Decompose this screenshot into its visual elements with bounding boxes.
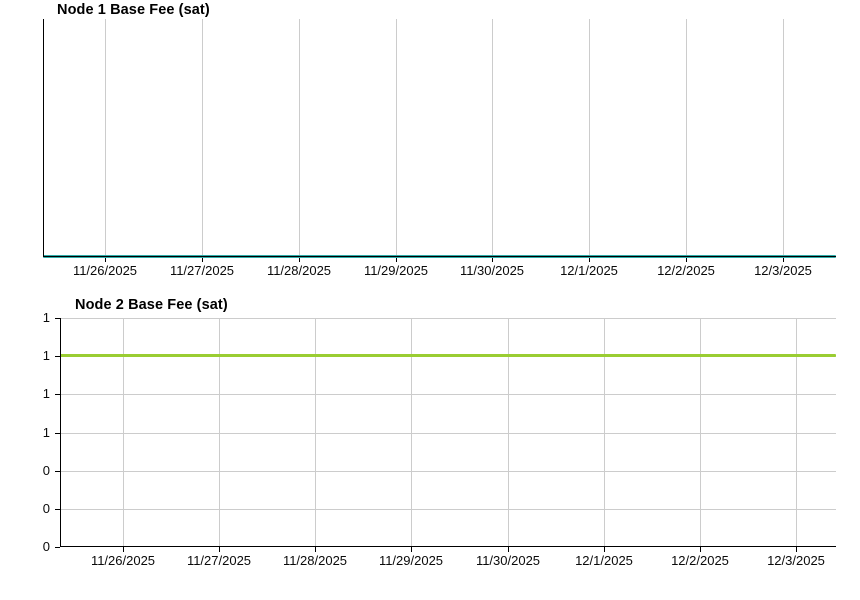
y-tick-label: 0	[14, 539, 50, 555]
y-gridline	[60, 509, 836, 510]
y-tick-label: 0	[14, 501, 50, 517]
node2-base-fee-series-line	[60, 354, 836, 357]
y-gridline	[60, 318, 836, 319]
x-tick-label: 12/3/2025	[723, 263, 843, 278]
x-tick-mark	[604, 547, 605, 552]
y-tick-label: 1	[14, 348, 50, 364]
x-axis-line	[43, 256, 836, 257]
x-tick-mark	[508, 547, 509, 552]
chart-title-node1: Node 1 Base Fee (sat)	[57, 2, 210, 18]
x-gridline	[105, 19, 106, 257]
y-tick-label: 1	[14, 425, 50, 441]
y-gridline	[60, 394, 836, 395]
y-tick-label: 1	[14, 386, 50, 402]
y-axis-line	[43, 19, 44, 257]
x-gridline	[686, 19, 687, 257]
plot-area-node1: 11/26/202511/27/202511/28/202511/29/2025…	[43, 19, 836, 257]
x-tick-mark	[796, 547, 797, 552]
dual-chart-page: Node 1 Base Fee (sat) 11/26/202511/27/20…	[0, 0, 860, 600]
x-tick-label: 12/3/2025	[736, 553, 856, 568]
y-tick-label: 0	[14, 463, 50, 479]
x-tick-mark	[411, 547, 412, 552]
x-tick-mark	[700, 547, 701, 552]
y-axis-line	[60, 318, 61, 547]
plot-area-node2: 11/26/202511/27/202511/28/202511/29/2025…	[60, 318, 836, 547]
x-gridline	[492, 19, 493, 257]
x-tick-mark	[219, 547, 220, 552]
x-gridline	[299, 19, 300, 257]
x-axis-line	[60, 546, 836, 547]
x-tick-mark	[315, 547, 316, 552]
y-tick-label: 1	[14, 310, 50, 326]
chart-title-node2: Node 2 Base Fee (sat)	[75, 297, 228, 313]
x-gridline	[589, 19, 590, 257]
y-gridline	[60, 471, 836, 472]
y-gridline	[60, 433, 836, 434]
x-gridline	[783, 19, 784, 257]
x-tick-mark	[123, 547, 124, 552]
x-gridline	[396, 19, 397, 257]
y-tick-mark	[55, 547, 60, 548]
x-gridline	[202, 19, 203, 257]
